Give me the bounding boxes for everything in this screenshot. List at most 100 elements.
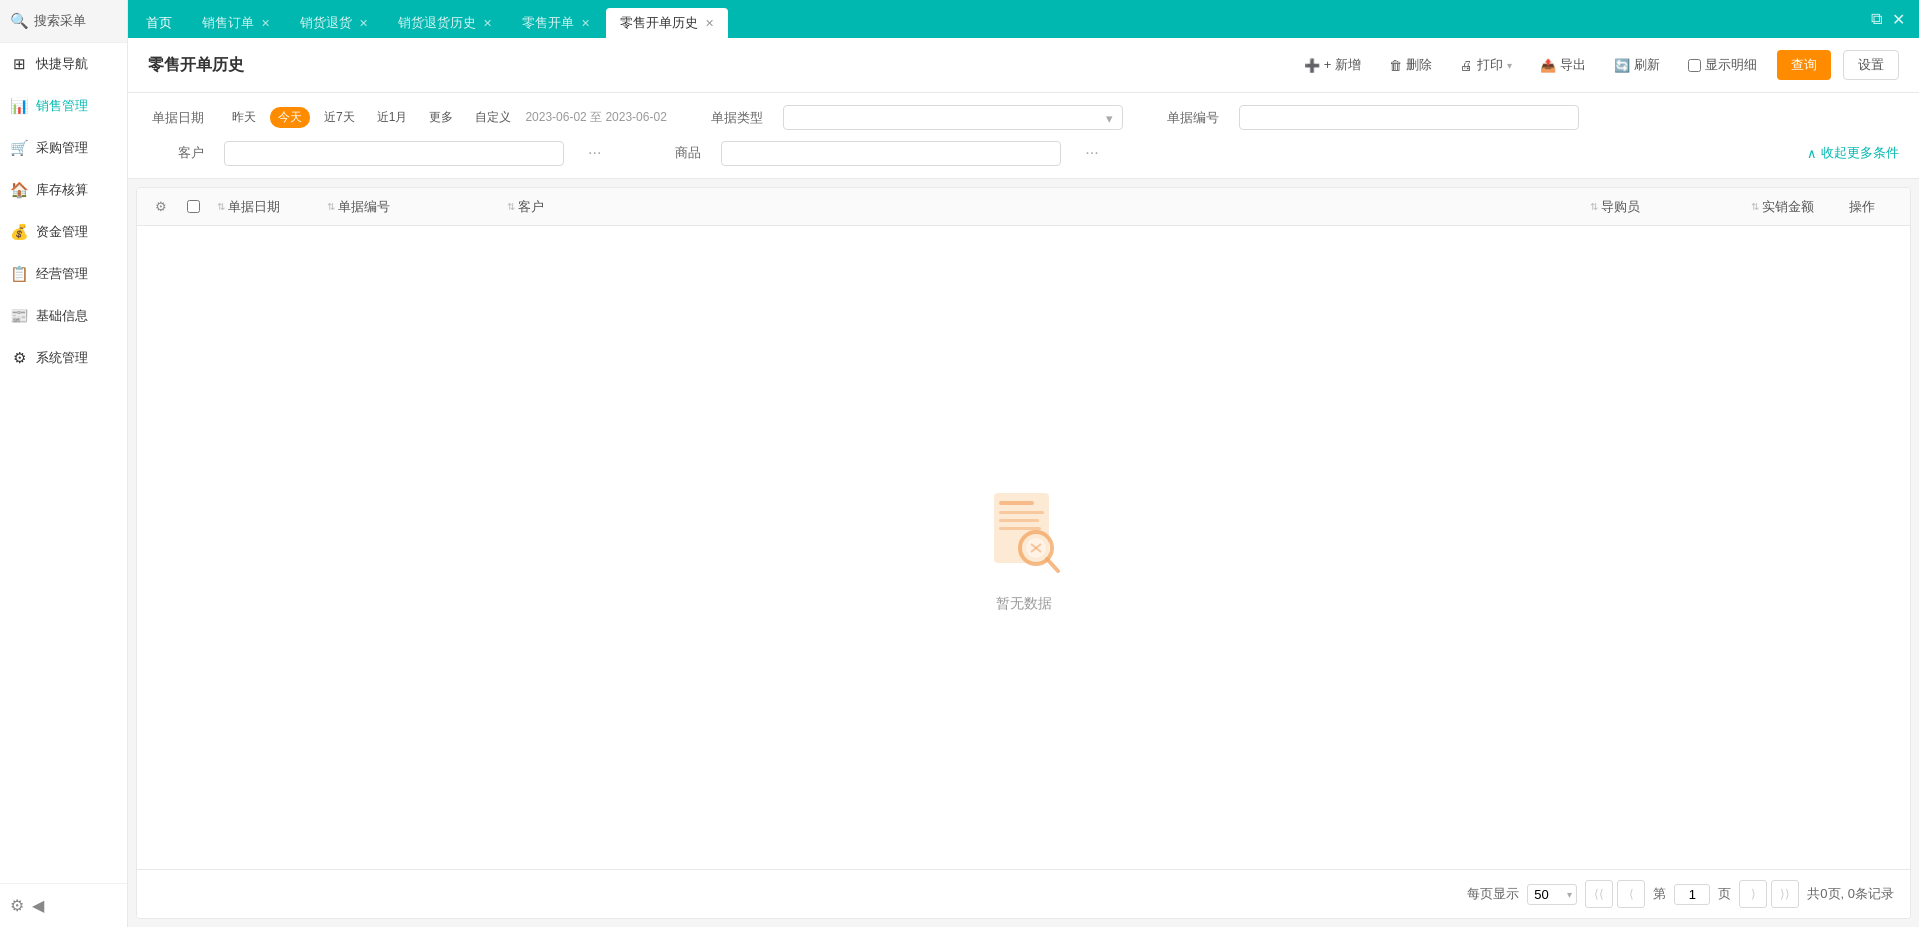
- svg-rect-4: [999, 527, 1041, 530]
- svg-rect-2: [999, 511, 1044, 514]
- col-number[interactable]: ⇅ 单据编号: [319, 198, 499, 216]
- select-all-checkbox[interactable]: [187, 200, 200, 213]
- bill-type-select-wrapper: [783, 105, 1123, 130]
- settings-label: 设置: [1858, 56, 1884, 74]
- refresh-button[interactable]: 🔄 刷新: [1606, 52, 1668, 78]
- collapse-filter-label: 收起更多条件: [1821, 144, 1899, 162]
- query-button[interactable]: 查询: [1777, 50, 1831, 80]
- tab-bar: 首页 销售订单 ✕ 销货退货 ✕ 销货退货历史 ✕ 零售开单 ✕ 零售开单历史 …: [128, 0, 1919, 38]
- current-page-input[interactable]: [1674, 884, 1710, 905]
- add-button[interactable]: ➕ + 新增: [1296, 52, 1369, 78]
- date-1month[interactable]: 近1月: [369, 107, 416, 128]
- page-unit-label: 页: [1718, 885, 1731, 903]
- window-restore-icon[interactable]: ⧉: [1871, 10, 1882, 28]
- table-select-all[interactable]: [177, 200, 209, 213]
- print-label: 打印: [1477, 56, 1503, 74]
- date-custom[interactable]: 自定义: [467, 107, 519, 128]
- sidebar: 🔍 搜索采单 ⊞ 快捷导航 📊 销售管理 🛒 采购管理 🏠 库存核算 💰 资金管…: [0, 0, 128, 927]
- date-more[interactable]: 更多: [421, 107, 461, 128]
- tab-retail-open[interactable]: 零售开单 ✕: [508, 8, 604, 38]
- per-page-select[interactable]: 50 100 200: [1527, 884, 1577, 905]
- col-amount-sort-icon: ⇅: [1751, 201, 1759, 212]
- settings-bottom-icon[interactable]: ⚙: [10, 896, 24, 915]
- display-cols-checkbox[interactable]: [1688, 59, 1701, 72]
- collapse-filter-button[interactable]: ∧ 收起更多条件: [1807, 144, 1899, 162]
- collapse-up-icon: ∧: [1807, 146, 1817, 161]
- tab-retail-history-close[interactable]: ✕: [705, 17, 714, 30]
- col-customer-sort-icon: ⇅: [507, 201, 515, 212]
- export-button[interactable]: 📤 导出: [1532, 52, 1594, 78]
- tab-sales-order-label: 销售订单: [202, 14, 254, 32]
- tab-retail-history[interactable]: 零售开单历史 ✕: [606, 8, 728, 38]
- col-date[interactable]: ⇅ 单据日期: [209, 198, 319, 216]
- sidebar-item-label: 系统管理: [36, 349, 88, 367]
- print-button[interactable]: 🖨 打印 ▾: [1452, 52, 1520, 78]
- sidebar-item-basic-info[interactable]: 📰 基础信息: [0, 295, 127, 337]
- filter-area: 单据日期 昨天 今天 近7天 近1月 更多 自定义 2023-06-02 至 2…: [128, 93, 1919, 179]
- tab-retail-open-label: 零售开单: [522, 14, 574, 32]
- svg-rect-1: [999, 501, 1034, 505]
- col-guide[interactable]: ⇅ 导购员: [1582, 198, 1702, 216]
- sidebar-bottom: ⚙ ◀: [0, 883, 127, 927]
- col-guide-label: 导购员: [1601, 198, 1640, 216]
- col-number-sort-icon: ⇅: [327, 201, 335, 212]
- delete-button[interactable]: 🗑 删除: [1381, 52, 1440, 78]
- col-sort-icon: ⇅: [217, 201, 225, 212]
- collapse-sidebar-icon[interactable]: ◀: [32, 896, 44, 915]
- filter-row-customer: 客户 ··· 商品 ··· ∧ 收起更多条件: [148, 140, 1899, 166]
- bill-type-select[interactable]: [783, 105, 1123, 130]
- table-settings-icon: ⚙: [155, 199, 167, 214]
- table-header: ⚙ ⇅ 单据日期 ⇅ 单据编号 ⇅ 客户 ⇅: [137, 188, 1910, 226]
- page-area: 零售开单历史 ➕ + 新增 🗑 删除 🖨 打印 ▾ 📤 导出: [128, 38, 1919, 927]
- tab-sales-return-history-label: 销货退货历史: [398, 14, 476, 32]
- date-yesterday[interactable]: 昨天: [224, 107, 264, 128]
- sidebar-item-quick-nav[interactable]: ⊞ 快捷导航: [0, 43, 127, 85]
- customer-dots[interactable]: ···: [584, 140, 605, 166]
- customer-input[interactable]: [224, 141, 564, 166]
- sidebar-item-label: 经营管理: [36, 265, 88, 283]
- next-page-button[interactable]: ⟩: [1739, 880, 1767, 908]
- page-header: 零售开单历史 ➕ + 新增 🗑 删除 🖨 打印 ▾ 📤 导出: [128, 38, 1919, 93]
- bill-number-input[interactable]: [1239, 105, 1579, 130]
- col-amount[interactable]: ⇅ 实销金额: [1702, 198, 1822, 216]
- col-customer[interactable]: ⇅ 客户: [499, 198, 1582, 216]
- date-7days[interactable]: 近7天: [316, 107, 363, 128]
- sidebar-item-inventory[interactable]: 🏠 库存核算: [0, 169, 127, 211]
- sidebar-item-system[interactable]: ⚙ 系统管理: [0, 337, 127, 379]
- window-close-icon[interactable]: ✕: [1892, 10, 1905, 29]
- settings-button[interactable]: 设置: [1843, 50, 1899, 80]
- tab-sales-order[interactable]: 销售订单 ✕: [188, 8, 284, 38]
- bill-type-label: 单据类型: [707, 109, 763, 127]
- tab-sales-order-close[interactable]: ✕: [261, 17, 270, 30]
- tab-sales-return-history[interactable]: 销货退货历史 ✕: [384, 8, 506, 38]
- table-settings-button[interactable]: ⚙: [145, 199, 177, 214]
- tab-retail-open-close[interactable]: ✕: [581, 17, 590, 30]
- tab-sales-return-history-close[interactable]: ✕: [483, 17, 492, 30]
- finance-icon: 💰: [10, 223, 28, 241]
- sidebar-search[interactable]: 🔍 搜索采单: [0, 0, 127, 43]
- table-area: ⚙ ⇅ 单据日期 ⇅ 单据编号 ⇅ 客户 ⇅: [136, 187, 1911, 919]
- tab-sales-return-close[interactable]: ✕: [359, 17, 368, 30]
- sidebar-item-sales-mgmt[interactable]: 📊 销售管理: [0, 85, 127, 127]
- tab-sales-return[interactable]: 销货退货 ✕: [286, 8, 382, 38]
- display-cols-button[interactable]: 显示明细: [1680, 52, 1765, 78]
- system-icon: ⚙: [10, 349, 28, 367]
- sidebar-item-operations[interactable]: 📋 经营管理: [0, 253, 127, 295]
- goods-dots[interactable]: ···: [1081, 140, 1102, 166]
- bill-number-label: 单据编号: [1163, 109, 1219, 127]
- goods-input[interactable]: [721, 141, 1061, 166]
- total-info: 共0页, 0条记录: [1807, 885, 1894, 903]
- print-icon: 🖨: [1460, 58, 1473, 73]
- col-date-label: 单据日期: [228, 198, 280, 216]
- tab-home[interactable]: 首页: [132, 8, 186, 38]
- date-today[interactable]: 今天: [270, 107, 310, 128]
- prev-page-button[interactable]: ⟨: [1617, 880, 1645, 908]
- last-page-button[interactable]: ⟩⟩: [1771, 880, 1799, 908]
- sidebar-item-finance[interactable]: 💰 资金管理: [0, 211, 127, 253]
- export-icon: 📤: [1540, 58, 1556, 73]
- main-area: 首页 销售订单 ✕ 销货退货 ✕ 销货退货历史 ✕ 零售开单 ✕ 零售开单历史 …: [128, 0, 1919, 927]
- col-customer-label: 客户: [518, 198, 544, 216]
- sales-mgmt-icon: 📊: [10, 97, 28, 115]
- sidebar-item-purchase-mgmt[interactable]: 🛒 采购管理: [0, 127, 127, 169]
- first-page-button[interactable]: ⟨⟨: [1585, 880, 1613, 908]
